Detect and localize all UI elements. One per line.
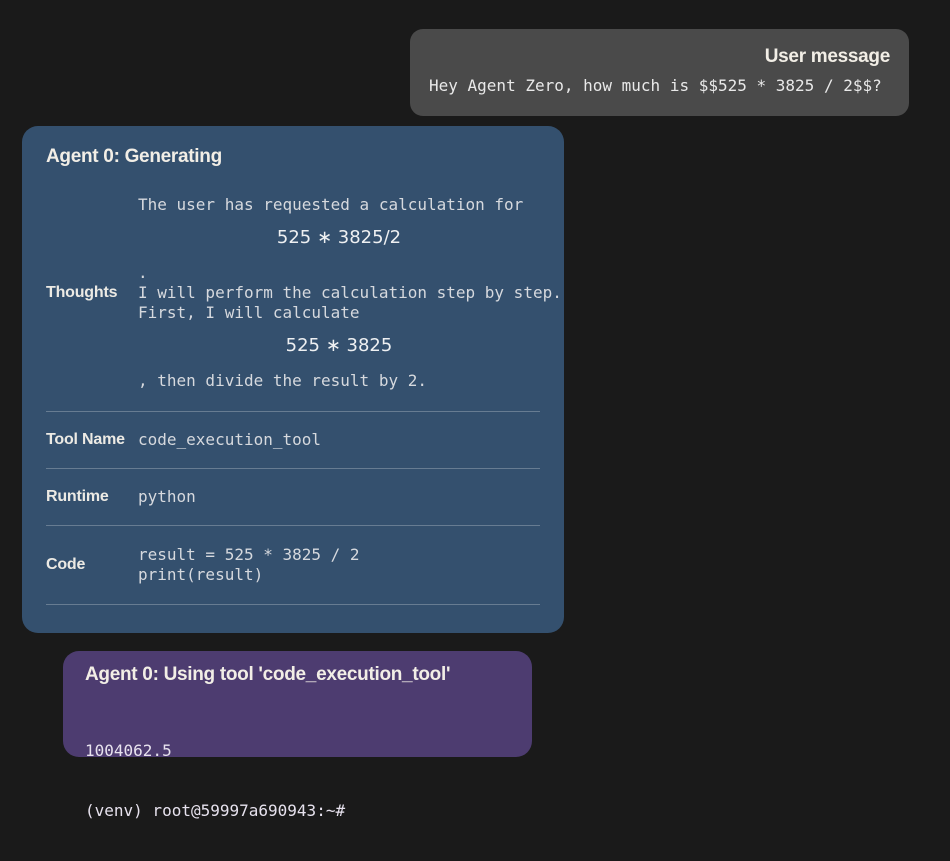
thoughts-text-line: , then divide the result by 2. xyxy=(138,371,427,390)
runtime-value: python xyxy=(138,487,196,506)
user-message-bubble: User message Hey Agent Zero, how much is… xyxy=(410,29,909,116)
thoughts-text-line: The user has requested a calculation for xyxy=(138,195,524,214)
user-message-text: Hey Agent Zero, how much is $$525 * 3825… xyxy=(429,76,882,95)
user-message-title: User message xyxy=(764,46,891,67)
code-label: Code xyxy=(46,556,86,573)
runtime-label: Runtime xyxy=(46,488,109,505)
tool-output-line: 1004062.5 xyxy=(85,741,172,760)
thoughts-text-line: . xyxy=(138,263,148,282)
agent-tool-title: Agent 0: Using tool 'code_execution_tool… xyxy=(85,664,451,685)
tool-output-line: (venv) root@59997a690943:~# xyxy=(85,801,346,820)
code-row: Code result = 525 * 3825 / 2 print(resul… xyxy=(46,526,540,605)
thoughts-row: Thoughts The user has requested a calcul… xyxy=(46,181,562,412)
thoughts-text-line: First, I will calculate xyxy=(138,303,360,322)
thoughts-math-expression: 525 ∗ 3825/2 xyxy=(276,227,402,248)
agent-tool-bubble: Agent 0: Using tool 'code_execution_tool… xyxy=(63,651,532,820)
thoughts-text-line: I will perform the calculation step by s… xyxy=(138,283,562,302)
runtime-row: Runtime python xyxy=(46,469,540,526)
thoughts-math-expression: 525 ∗ 3825 xyxy=(285,335,393,356)
agent-generating-title: Agent 0: Generating xyxy=(46,146,222,167)
tool-name-row: Tool Name code_execution_tool xyxy=(46,412,540,469)
tool-name-label: Tool Name xyxy=(46,431,125,448)
thoughts-label: Thoughts xyxy=(46,284,118,301)
tool-name-value: code_execution_tool xyxy=(138,430,322,449)
code-value: result = 525 * 3825 / 2 print(result) xyxy=(138,545,360,584)
tool-terminal-output: 1004062.5 (venv) root@59997a690943:~# xyxy=(85,701,510,861)
thoughts-content: The user has requested a calculation for… xyxy=(138,195,562,391)
agent-kvps-table: Thoughts The user has requested a calcul… xyxy=(46,181,562,605)
agent-generating-bubble: Agent 0: Generating Thoughts The user ha… xyxy=(22,126,564,633)
